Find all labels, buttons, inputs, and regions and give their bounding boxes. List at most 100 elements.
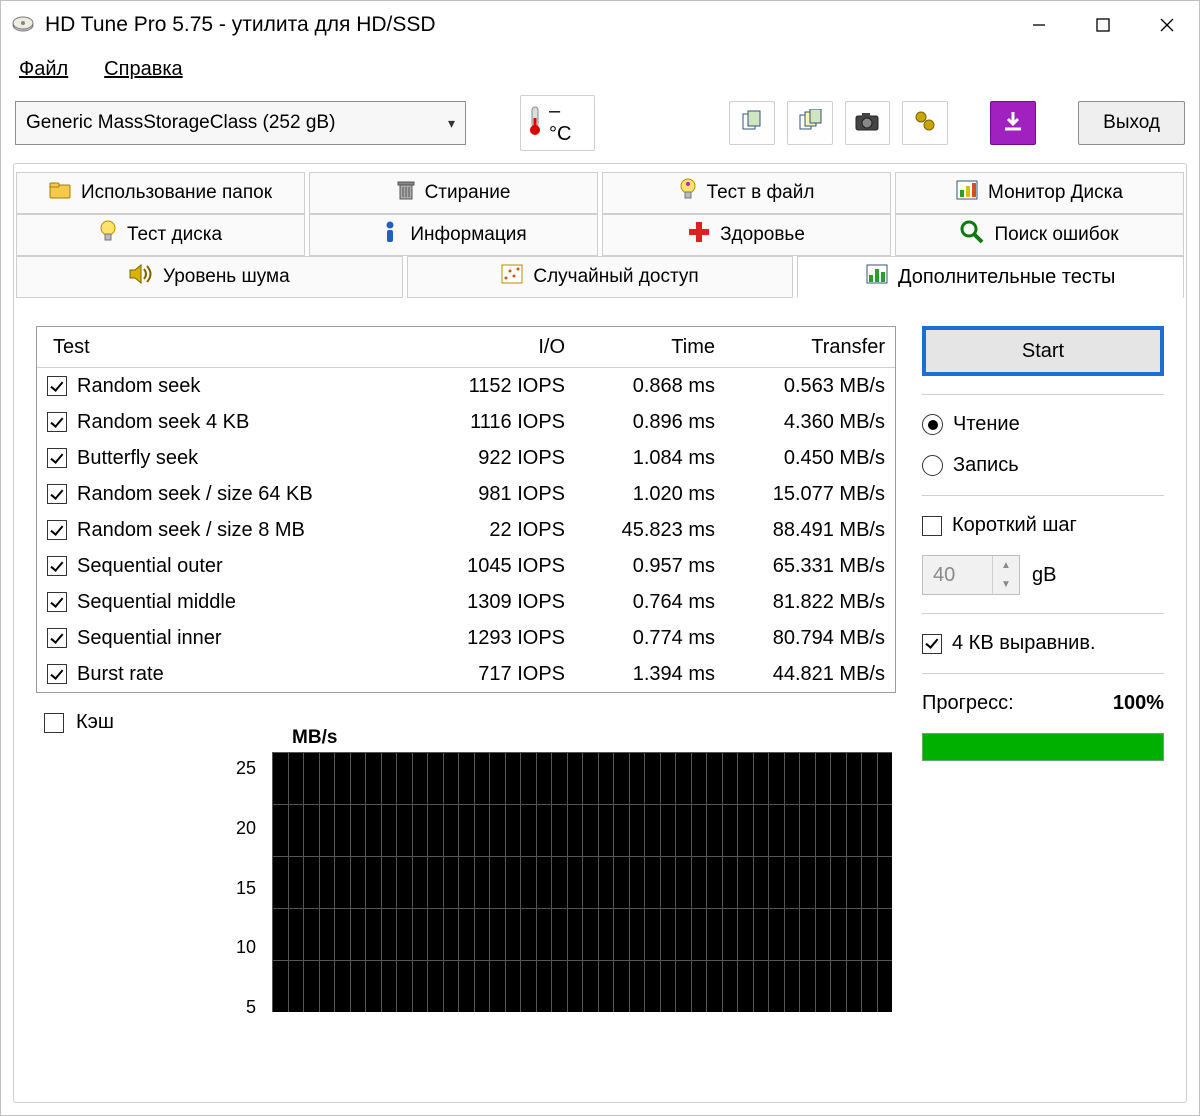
bulb-yellow-icon — [99, 220, 117, 250]
window-buttons — [1007, 1, 1199, 49]
chart-y-label: MB/s — [292, 727, 337, 749]
tab-label: Информация — [410, 224, 526, 246]
scatter-icon — [501, 264, 523, 290]
chart-icon — [956, 180, 978, 206]
tab-использование-папок[interactable]: Использование папок — [16, 172, 305, 214]
cell-io: 717 IOPS — [425, 663, 575, 686]
test-name: Burst rate — [77, 663, 164, 686]
table-row[interactable]: Random seek1152 IOPS0.868 ms0.563 MB/s — [37, 368, 895, 404]
tab-content: Test I/O Time Transfer Random seek1152 I… — [14, 298, 1186, 1040]
client-area: Использование папокСтираниеТест в файлМо… — [1, 157, 1199, 1115]
copy-all-icon — [798, 109, 822, 138]
test-checkbox[interactable] — [47, 484, 67, 504]
mode-write-radio[interactable] — [922, 455, 943, 476]
left-panel: Test I/O Time Transfer Random seek1152 I… — [36, 326, 896, 1030]
minimize-button[interactable] — [1007, 1, 1071, 49]
close-button[interactable] — [1135, 1, 1199, 49]
tab-дополнительные-тесты[interactable]: Дополнительные тесты — [797, 256, 1184, 298]
cell-time: 0.868 ms — [575, 375, 725, 398]
test-name: Sequential outer — [77, 555, 223, 578]
thermometer-icon — [527, 106, 543, 141]
cell-time: 1.020 ms — [575, 483, 725, 506]
test-checkbox[interactable] — [47, 592, 67, 612]
download-icon — [1002, 110, 1024, 137]
tab-поиск-ошибок[interactable]: Поиск ошибок — [895, 214, 1184, 256]
tab-стирание[interactable]: Стирание — [309, 172, 598, 214]
short-step-checkbox[interactable] — [922, 516, 942, 536]
table-row[interactable]: Random seek / size 8 MB22 IOPS45.823 ms8… — [37, 512, 895, 548]
table-header: Test I/O Time Transfer — [37, 327, 895, 368]
step-size-spinner[interactable]: 40 ▲▼ — [922, 555, 1020, 595]
tab-информация[interactable]: Информация — [309, 214, 598, 256]
temperature-indicator: – °C — [520, 95, 595, 151]
tab-label: Тест диска — [127, 224, 222, 246]
cell-transfer: 15.077 MB/s — [725, 483, 895, 506]
tab-здоровье[interactable]: Здоровье — [602, 214, 891, 256]
col-io[interactable]: I/O — [425, 336, 575, 359]
device-select[interactable]: Generic MassStorageClass (252 gB) ▾ — [15, 101, 466, 145]
save-results-button[interactable] — [990, 101, 1036, 145]
col-time[interactable]: Time — [575, 336, 725, 359]
spinner-up-icon[interactable]: ▲ — [993, 556, 1019, 575]
test-checkbox[interactable] — [47, 556, 67, 576]
copy-page-button[interactable] — [729, 101, 775, 145]
maximize-button[interactable] — [1071, 1, 1135, 49]
table-row[interactable]: Sequential inner1293 IOPS0.774 ms80.794 … — [37, 620, 895, 656]
screenshot-button[interactable] — [845, 101, 891, 145]
test-name: Sequential middle — [77, 591, 236, 614]
col-test[interactable]: Test — [37, 336, 425, 359]
test-checkbox[interactable] — [47, 412, 67, 432]
tab-случайный-доступ[interactable]: Случайный доступ — [407, 256, 794, 298]
tab-label: Здоровье — [720, 224, 805, 246]
table-row[interactable]: Butterfly seek922 IOPS1.084 ms0.450 MB/s — [37, 440, 895, 476]
test-name: Random seek 4 KB — [77, 411, 249, 434]
speaker-icon — [129, 264, 153, 290]
cell-io: 22 IOPS — [425, 519, 575, 542]
spinner-down-icon[interactable]: ▼ — [993, 575, 1019, 594]
table-row[interactable]: Burst rate717 IOPS1.394 ms44.821 MB/s — [37, 656, 895, 692]
right-panel: Start Чтение Запись Короткий шаг 40 ▲▼ g… — [922, 326, 1164, 1030]
table-row[interactable]: Random seek 4 KB1116 IOPS0.896 ms4.360 M… — [37, 404, 895, 440]
mode-read-radio[interactable] — [922, 414, 943, 435]
test-checkbox[interactable] — [47, 520, 67, 540]
tab-тест-диска[interactable]: Тест диска — [16, 214, 305, 256]
camera-icon — [855, 111, 879, 136]
align-4k-checkbox[interactable] — [922, 634, 942, 654]
col-transfer[interactable]: Transfer — [725, 336, 895, 359]
refresh-button[interactable] — [902, 101, 948, 145]
table-row[interactable]: Random seek / size 64 KB981 IOPS1.020 ms… — [37, 476, 895, 512]
device-select-value: Generic MassStorageClass (252 gB) — [26, 112, 335, 134]
toolbar: Generic MassStorageClass (252 gB) ▾ – °C… — [1, 89, 1199, 157]
test-name: Random seek — [77, 375, 200, 398]
table-row[interactable]: Sequential outer1045 IOPS0.957 ms65.331 … — [37, 548, 895, 584]
progress-label: Прогресс: — [922, 692, 1014, 715]
tab-уровень-шума[interactable]: Уровень шума — [16, 256, 403, 298]
test-name: Random seek / size 8 MB — [77, 519, 305, 542]
cell-transfer: 65.331 MB/s — [725, 555, 895, 578]
menu-help[interactable]: Справка — [104, 58, 182, 81]
test-checkbox[interactable] — [47, 664, 67, 684]
progress-bar — [922, 733, 1164, 761]
health-icon — [688, 221, 710, 249]
exit-button[interactable]: Выход — [1078, 101, 1185, 145]
tab-монитор-диска[interactable]: Монитор Диска — [895, 172, 1184, 214]
test-checkbox[interactable] — [47, 628, 67, 648]
cell-transfer: 80.794 MB/s — [725, 627, 895, 650]
cell-transfer: 81.822 MB/s — [725, 591, 895, 614]
cell-time: 1.084 ms — [575, 447, 725, 470]
test-name: Random seek / size 64 KB — [77, 483, 313, 506]
copy-all-button[interactable] — [787, 101, 833, 145]
test-checkbox[interactable] — [47, 376, 67, 396]
chevron-down-icon: ▾ — [448, 115, 455, 132]
table-row[interactable]: Sequential middle1309 IOPS0.764 ms81.822… — [37, 584, 895, 620]
cell-transfer: 0.450 MB/s — [725, 447, 895, 470]
test-name: Sequential inner — [77, 627, 222, 650]
cache-checkbox[interactable] — [44, 713, 64, 733]
tab-тест-в-файл[interactable]: Тест в файл — [602, 172, 891, 214]
test-checkbox[interactable] — [47, 448, 67, 468]
results-table: Test I/O Time Transfer Random seek1152 I… — [36, 326, 896, 693]
start-button[interactable]: Start — [922, 326, 1164, 376]
step-size-unit: gB — [1032, 564, 1056, 587]
cache-option: Кэш — [36, 693, 896, 752]
menu-file[interactable]: Файл — [19, 58, 68, 81]
